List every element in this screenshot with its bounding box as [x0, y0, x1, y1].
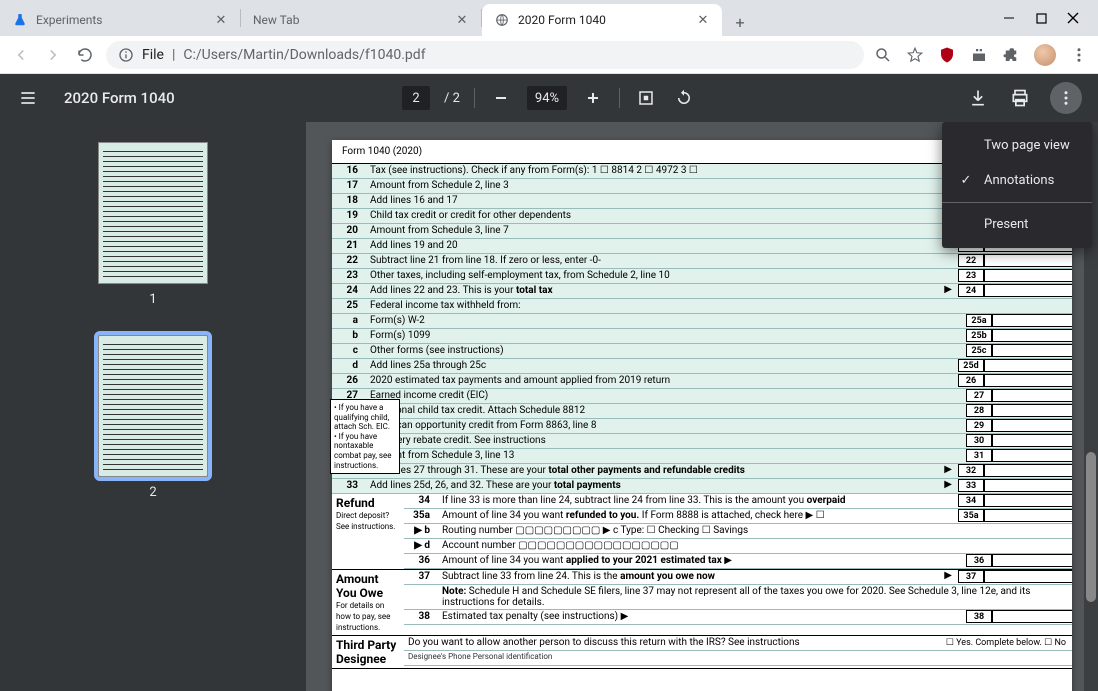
- browser-titlebar: Experiments ✕ New Tab ✕ 2020 Form 1040 ✕…: [0, 0, 1098, 36]
- pdf-body: 1 2 Form 1040 (2020) • If you have a qua…: [0, 122, 1098, 691]
- form-line: 32Add lines 27 through 31. These are you…: [332, 464, 1072, 479]
- form-line: 22Subtract line 21 from line 18. If zero…: [332, 254, 1072, 269]
- form-line: aForm(s) W-225a: [332, 314, 1072, 329]
- maximize-icon[interactable]: [1034, 11, 1048, 25]
- ublock-icon[interactable]: [938, 46, 956, 64]
- section-title: Third Party Designee: [336, 638, 396, 666]
- extensions-puzzle-icon[interactable]: [1002, 46, 1020, 64]
- form-line: 27Earned income credit (EIC)27: [332, 389, 1072, 404]
- close-icon[interactable]: ✕: [696, 13, 710, 27]
- fit-page-icon[interactable]: [634, 86, 658, 110]
- form-line: dAdd lines 25a through 25c25d: [332, 359, 1072, 374]
- rotate-icon[interactable]: [672, 86, 696, 110]
- side-note: • If you have a qualifying child, attach…: [330, 399, 400, 474]
- browser-menu-icon[interactable]: [1070, 46, 1088, 64]
- pdf-document-title: 2020 Form 1040: [64, 89, 175, 107]
- zoom-in-button[interactable]: [581, 86, 605, 110]
- form-line: 262020 estimated tax payments and amount…: [332, 374, 1072, 389]
- tab-form1040[interactable]: 2020 Form 1040 ✕: [482, 4, 722, 36]
- globe-icon: [494, 12, 510, 28]
- tab-title: Experiments: [36, 13, 206, 27]
- tab-strip: Experiments ✕ New Tab ✕ 2020 Form 1040 ✕…: [0, 0, 984, 36]
- form-line: ▶ dAccount number ▢▢▢▢▢▢▢▢▢▢▢▢▢▢▢▢▢: [404, 539, 1072, 554]
- close-icon[interactable]: ✕: [214, 13, 228, 27]
- section-title: Refund: [336, 496, 375, 510]
- form-line: 24Add lines 22 and 23. This is your tota…: [332, 284, 1072, 299]
- bookmark-star-icon[interactable]: [906, 46, 924, 64]
- window-controls: [984, 0, 1098, 36]
- hamburger-icon[interactable]: [16, 86, 40, 110]
- address-bar: File | C:/Users/Martin/Downloads/f1040.p…: [0, 36, 1098, 74]
- scrollbar-thumb[interactable]: [1086, 452, 1096, 602]
- section-title: Amount You Owe: [336, 572, 383, 600]
- pdf-toolbar: 2020 Form 1040 2 / 2 94%: [0, 74, 1098, 122]
- profile-avatar[interactable]: [1034, 44, 1056, 66]
- form-line: 38Estimated tax penalty (see instruction…: [404, 610, 1072, 625]
- forward-button[interactable]: [42, 44, 64, 66]
- back-button[interactable]: [10, 44, 32, 66]
- pdf-more-menu-button[interactable]: [1050, 82, 1082, 114]
- close-icon[interactable]: ✕: [455, 13, 469, 27]
- zoom-out-button[interactable]: [489, 86, 513, 110]
- form-line: 30Recovery rebate credit. See instructio…: [332, 434, 1072, 449]
- menu-two-page-view[interactable]: Two page view: [942, 128, 1092, 163]
- thumb-label: 1: [149, 292, 156, 307]
- form-line: bForm(s) 109925b: [332, 329, 1072, 344]
- tab-title: 2020 Form 1040: [518, 13, 688, 27]
- minimize-icon[interactable]: [1002, 11, 1016, 25]
- page-total: / 2: [444, 91, 460, 106]
- form-line: 35aAmount of line 34 you want refunded t…: [404, 509, 1072, 524]
- search-in-page-icon[interactable]: [874, 46, 892, 64]
- thumb-label: 2: [149, 485, 156, 500]
- amount-owe-section: Amount You OweFor details on how to pay,…: [332, 570, 1072, 636]
- download-icon[interactable]: [966, 86, 990, 110]
- tab-experiments[interactable]: Experiments ✕: [0, 4, 240, 36]
- form-line: 29American opportunity credit from Form …: [332, 419, 1072, 434]
- form-line: 31Amount from Schedule 3, line 1331: [332, 449, 1072, 464]
- menu-present[interactable]: Present: [942, 207, 1092, 242]
- tab-new[interactable]: New Tab ✕: [241, 4, 481, 36]
- refund-section: RefundDirect deposit? See instructions. …: [332, 494, 1072, 570]
- new-tab-button[interactable]: +: [726, 8, 754, 36]
- form-line: 37Subtract line 33 from line 24. This is…: [404, 570, 1072, 585]
- url-scheme: File: [142, 47, 164, 63]
- form-line: 25Federal income tax withheld from:: [332, 299, 1072, 314]
- zoom-level[interactable]: 94%: [527, 86, 567, 110]
- page-thumbnail-2[interactable]: [98, 335, 208, 477]
- form-line: 33Add lines 25d, 26, and 32. These are y…: [332, 479, 1072, 494]
- menu-annotations[interactable]: ✓Annotations: [942, 163, 1092, 198]
- page-thumbnail-1[interactable]: [98, 142, 208, 284]
- form-line: Note: Schedule H and Schedule SE filers,…: [404, 585, 1072, 610]
- info-icon: [118, 47, 134, 63]
- form-line: 23Other taxes, including self-employment…: [332, 269, 1072, 284]
- print-icon[interactable]: [1008, 86, 1032, 110]
- form-line: 34If line 33 is more than line 24, subtr…: [404, 494, 1072, 509]
- thumbnail-sidebar: 1 2: [0, 122, 306, 691]
- url-path: C:/Users/Martin/Downloads/f1040.pdf: [183, 47, 425, 63]
- current-page-input[interactable]: 2: [402, 86, 430, 110]
- page-area[interactable]: Form 1040 (2020) • If you have a qualify…: [306, 122, 1098, 691]
- form-line: ▶ bRouting number ▢▢▢▢▢▢▢▢▢ ▶ c Type: ☐ …: [404, 524, 1072, 539]
- check-icon: ✓: [958, 173, 974, 188]
- form-line: 36Amount of line 34 you want applied to …: [404, 554, 1072, 569]
- form-line: 28Additional child tax credit. Attach Sc…: [332, 404, 1072, 419]
- toolbar-actions: [874, 44, 1088, 66]
- tab-title: New Tab: [253, 13, 447, 27]
- flask-icon: [12, 12, 28, 28]
- reload-button[interactable]: [74, 44, 96, 66]
- third-party-section: Third Party Designee Do you want to allo…: [332, 636, 1072, 669]
- window-close-icon[interactable]: [1066, 11, 1080, 25]
- form-line: cOther forms (see instructions)25c: [332, 344, 1072, 359]
- pdf-more-menu: Two page view ✓Annotations Present: [942, 122, 1092, 248]
- extension-icon[interactable]: [970, 46, 988, 64]
- url-input[interactable]: File | C:/Users/Martin/Downloads/f1040.p…: [106, 41, 864, 69]
